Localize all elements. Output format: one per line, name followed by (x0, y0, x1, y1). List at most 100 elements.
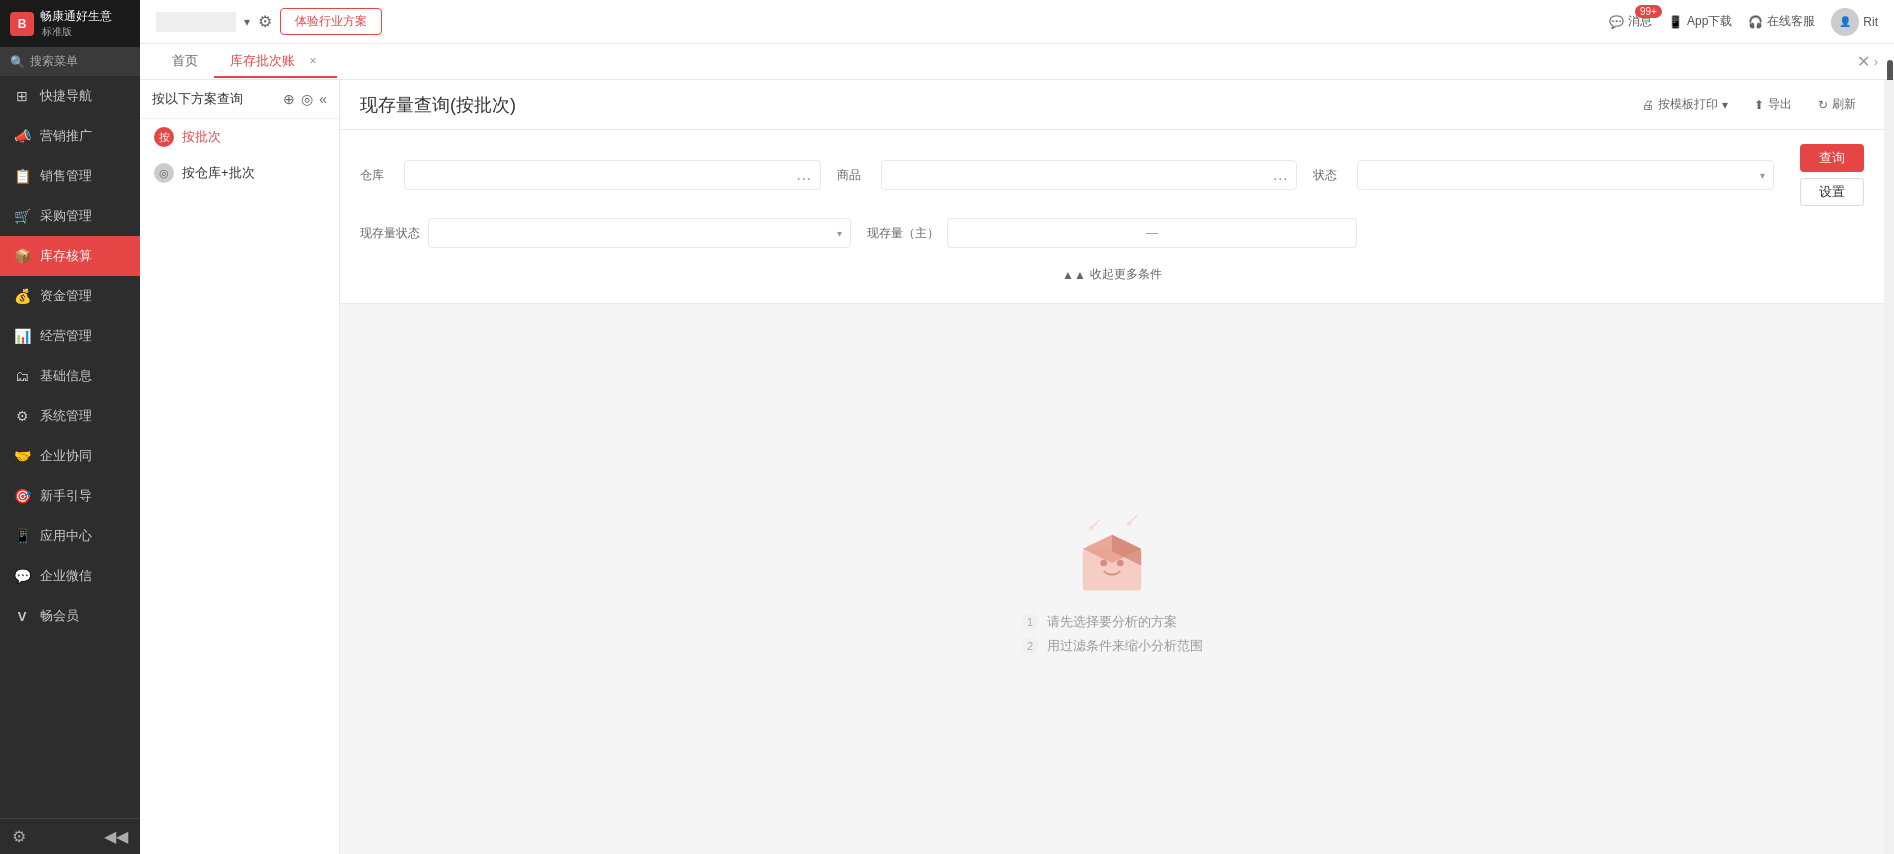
product-dots[interactable]: … (1272, 166, 1288, 184)
export-btn[interactable]: ⬆ 导出 (1746, 92, 1800, 117)
svg-point-7 (1089, 526, 1094, 531)
experience-btn[interactable]: 体验行业方案 (280, 8, 382, 35)
sidebar-item-finance[interactable]: 💰 资金管理 (0, 276, 140, 316)
nav-icon-wxwork: 💬 (12, 566, 32, 586)
warehouse-input[interactable]: … (404, 160, 821, 190)
print-btn[interactable]: 🖨 按模板打印 ▾ (1634, 92, 1736, 117)
sidebar-item-newbie[interactable]: 🎯 新手引导 (0, 476, 140, 516)
query-button[interactable]: 查询 (1800, 144, 1864, 172)
user-menu[interactable]: 👤 Rit (1831, 8, 1878, 36)
refresh-btn[interactable]: ↻ 刷新 (1810, 92, 1864, 117)
avatar: 👤 (1831, 8, 1859, 36)
app-logo: B (10, 12, 34, 36)
filter-warehouse: 仓库 … (360, 160, 821, 190)
tip-text-1: 请先选择要分析的方案 (1047, 613, 1177, 631)
tab-inventory-batch[interactable]: 库存批次账 × (214, 46, 337, 78)
svg-point-4 (1117, 560, 1124, 567)
print-icon: 🖨 (1642, 98, 1654, 112)
sidebar-item-label: 企业协同 (40, 447, 92, 465)
warehouse-dots[interactable]: … (796, 166, 812, 184)
sidebar-item-label: 采购管理 (40, 207, 92, 225)
nav-icon-newbie: 🎯 (12, 486, 32, 506)
filter-product: 商品 … (837, 160, 1298, 190)
left-filter-panel: 按以下方案查询 ⊕ ◎ « 按 按批次 ◎ 按仓库+批次 (140, 80, 340, 854)
breadcrumb (156, 12, 236, 32)
scheme-by-warehouse-batch[interactable]: ◎ 按仓库+批次 (140, 155, 339, 191)
filter-row-1: 仓库 … 商品 … 状态 (360, 144, 1864, 206)
sidebar-item-purchase[interactable]: 🛒 采购管理 (0, 196, 140, 236)
settings-icon[interactable]: ⚙ (12, 827, 26, 846)
sidebar-item-sales[interactable]: 📋 销售管理 (0, 156, 140, 196)
nav-icon-purchase: 🛒 (12, 206, 32, 226)
online-service-btn[interactable]: 🎧 在线客服 (1748, 13, 1815, 30)
sidebar-item-wxwork[interactable]: 💬 企业微信 (0, 556, 140, 596)
nav-icon-enterprise: 🤝 (12, 446, 32, 466)
settings-button[interactable]: 设置 (1800, 178, 1864, 206)
page-header-actions: 🖨 按模板打印 ▾ ⬆ 导出 ↻ 刷新 (1634, 92, 1864, 117)
topbar-gear-icon[interactable]: ⚙ (258, 12, 272, 31)
service-icon: 🎧 (1748, 15, 1763, 29)
tab-home[interactable]: 首页 (156, 46, 214, 78)
sidebar-item-label: 应用中心 (40, 527, 92, 545)
stock-qty-range[interactable]: — (947, 218, 1358, 248)
sidebar-item-label: 销售管理 (40, 167, 92, 185)
query-btn-area: 查询 设置 (1800, 144, 1864, 206)
add-scheme-icon[interactable]: ⊕ (283, 91, 295, 107)
tab-home-label: 首页 (172, 52, 198, 70)
sidebar-item-label: 快捷导航 (40, 87, 92, 105)
empty-tip-1: 1 请先选择要分析的方案 (1021, 613, 1203, 631)
sidebar-item-member[interactable]: V 畅会员 (0, 596, 140, 636)
panel-close-icon[interactable]: ✕ (1857, 52, 1870, 71)
product-input[interactable]: … (881, 160, 1298, 190)
panel-more-icon[interactable]: › (1874, 55, 1878, 69)
main-area: ▾ ⚙ 体验行业方案 💬 消息 99+ 📱 App下载 🎧 在线客服 👤 (140, 0, 1894, 854)
empty-tips: 1 请先选择要分析的方案 2 用过滤条件来缩小分析范围 (1021, 613, 1203, 655)
sidebar-item-label: 营销推广 (40, 127, 92, 145)
sidebar-item-operations[interactable]: 📊 经营管理 (0, 316, 140, 356)
nav-icon-appstore: 📱 (12, 526, 32, 546)
settings-scheme-icon[interactable]: ◎ (301, 91, 313, 107)
messages-btn[interactable]: 💬 消息 99+ (1609, 13, 1652, 30)
print-dropdown-icon[interactable]: ▾ (1722, 98, 1728, 112)
stock-status-select[interactable]: ▾ (428, 218, 851, 248)
warehouse-label: 仓库 (360, 167, 396, 184)
online-service-label: 在线客服 (1767, 13, 1815, 30)
scheme-label-warehouse-batch: 按仓库+批次 (182, 164, 255, 182)
stock-status-chevron-icon: ▾ (837, 228, 842, 239)
sidebar-item-basics[interactable]: 🗂 基础信息 (0, 356, 140, 396)
scheme-icon-batch: 按 (154, 127, 174, 147)
collapse-more-btn[interactable]: ▲▲ 收起更多条件 (360, 260, 1864, 289)
sidebar-item-appstore[interactable]: 📱 应用中心 (0, 516, 140, 556)
app-download-btn[interactable]: 📱 App下载 (1668, 13, 1732, 30)
export-icon: ⬆ (1754, 98, 1764, 112)
tab-panel-close-area: ✕ › (1849, 52, 1878, 71)
sidebar-search[interactable]: 🔍 搜索菜单 (0, 47, 140, 76)
sidebar-item-label: 新手引导 (40, 487, 92, 505)
empty-state: 1 请先选择要分析的方案 2 用过滤条件来缩小分析范围 (340, 304, 1884, 854)
refresh-label: 刷新 (1832, 96, 1856, 113)
collapse-panel-icon[interactable]: « (319, 91, 327, 107)
sidebar-item-inventory[interactable]: 📦 库存核算 (0, 236, 140, 276)
nav-icon-sales: 📋 (12, 166, 32, 186)
sidebar: B 畅康通好生意 标准版 🔍 搜索菜单 ⊞ 快捷导航 📣 营销推广 📋 销售管理… (0, 0, 140, 854)
tip-text-2: 用过滤条件来缩小分析范围 (1047, 637, 1203, 655)
sidebar-item-system[interactable]: ⚙ 系统管理 (0, 396, 140, 436)
sidebar-item-enterprise[interactable]: 🤝 企业协同 (0, 436, 140, 476)
sidebar-item-marketing[interactable]: 📣 营销推广 (0, 116, 140, 156)
status-label: 状态 (1313, 167, 1349, 184)
tabbar: 首页 库存批次账 × ✕ › (140, 44, 1894, 80)
breadcrumb-dropdown[interactable]: ▾ (244, 15, 250, 29)
right-scrollbar[interactable] (1884, 80, 1894, 854)
tip-num-2: 2 (1021, 637, 1039, 655)
sidebar-item-label: 企业微信 (40, 567, 92, 585)
scheme-label-batch: 按批次 (182, 128, 221, 146)
collapse-sidebar-icon[interactable]: ◀◀ (104, 827, 128, 846)
stock-qty-dash: — (1146, 226, 1158, 240)
filter-panel-actions: ⊕ ◎ « (283, 91, 327, 107)
status-select[interactable]: ▾ (1357, 160, 1774, 190)
tab-close-icon[interactable]: × (305, 53, 321, 69)
sidebar-item-quick-nav[interactable]: ⊞ 快捷导航 (0, 76, 140, 116)
nav-icon-marketing: 📣 (12, 126, 32, 146)
scheme-by-batch[interactable]: 按 按批次 (140, 119, 339, 155)
right-content: 现存量查询(按批次) 🖨 按模板打印 ▾ ⬆ 导出 ↻ 刷新 (340, 80, 1884, 854)
